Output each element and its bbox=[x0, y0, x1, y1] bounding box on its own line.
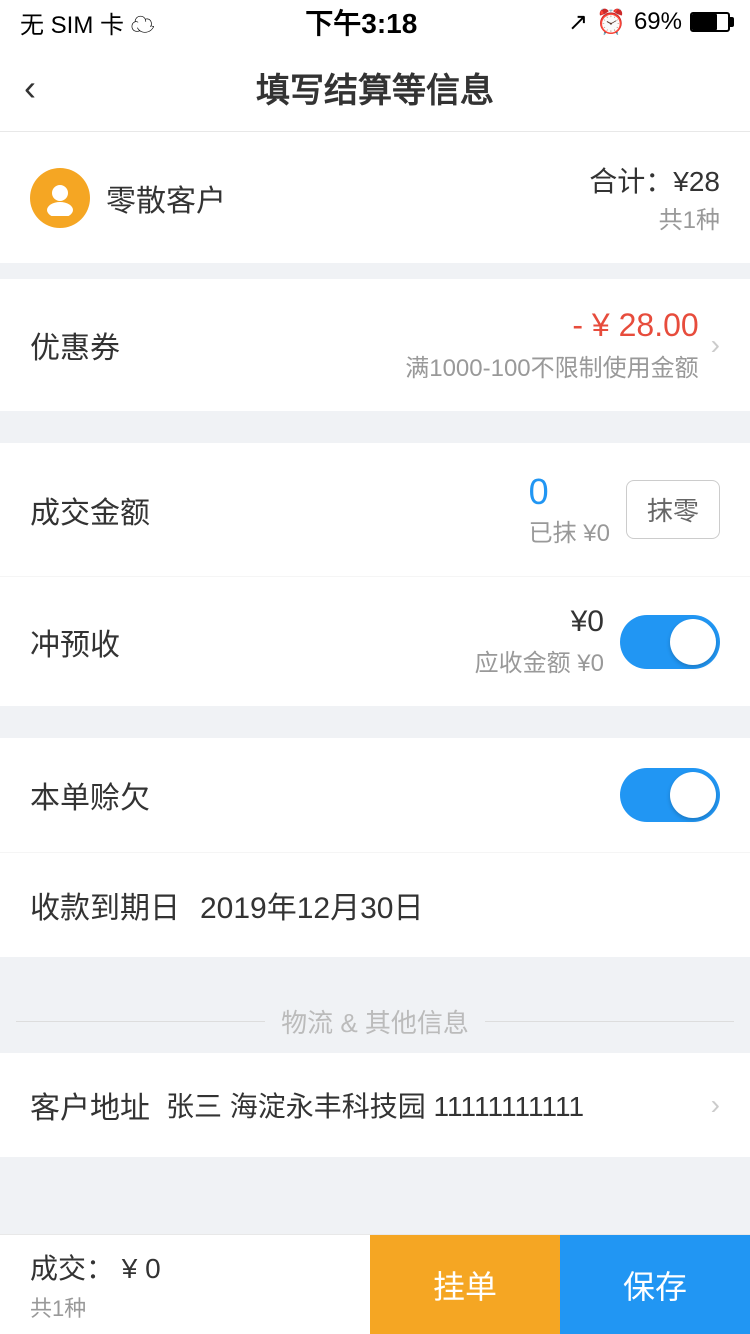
transaction-section: 成交金额 0 已抹 ¥0 抹零 冲预收 ¥0 应收金额 ¥0 bbox=[0, 443, 750, 706]
advance-right: ¥0 应收金额 ¥0 bbox=[475, 605, 720, 678]
status-right: ↗ ⏰ 69% bbox=[568, 8, 730, 37]
debt-section: 本单赊欠 收款到期日 2019年12月30日 bbox=[0, 738, 750, 957]
advance-amount: ¥0 bbox=[475, 605, 604, 639]
customer-info: 零散客户 bbox=[30, 168, 226, 228]
hold-button[interactable]: 挂单 bbox=[370, 1235, 560, 1334]
coupon-discount: - ¥ 28.00 bbox=[405, 307, 698, 344]
battery-icon bbox=[690, 12, 730, 32]
advance-label: 冲预收 bbox=[30, 620, 120, 664]
nav-bar: ‹ 填写结算等信息 bbox=[0, 44, 750, 132]
coupon-label: 优惠券 bbox=[30, 323, 120, 367]
debt-label: 本单赊欠 bbox=[30, 773, 150, 817]
save-button[interactable]: 保存 bbox=[560, 1235, 750, 1334]
section-divider-1 bbox=[0, 427, 750, 443]
debt-toggle[interactable] bbox=[620, 768, 720, 822]
summary-count: 共1种 bbox=[30, 1291, 340, 1323]
address-section: 客户地址 张三 海淀永丰科技园 11111111111 › bbox=[0, 1053, 750, 1157]
status-bar: 无 SIM 卡 ☁ 下午3:18 ↗ ⏰ 69% bbox=[0, 0, 750, 44]
back-button[interactable]: ‹ bbox=[24, 67, 36, 109]
avatar bbox=[30, 168, 90, 228]
chevron-right-icon: › bbox=[711, 329, 720, 361]
bottom-bar: 成交： ¥ 0 共1种 挂单 保存 bbox=[0, 1234, 750, 1334]
transaction-label: 成交金额 bbox=[30, 488, 150, 532]
logistics-line-right bbox=[485, 1021, 734, 1022]
due-date-label: 收款到期日 bbox=[30, 883, 180, 927]
customer-total: 合计：¥28 共1种 bbox=[589, 160, 720, 235]
transaction-row: 成交金额 0 已抹 ¥0 抹零 bbox=[0, 443, 750, 576]
coupon-right: - ¥ 28.00 满1000-100不限制使用金额 › bbox=[405, 307, 720, 383]
address-value: 张三 海淀永丰科技园 11111111111 bbox=[166, 1085, 695, 1125]
customer-row: 零散客户 合计：¥28 共1种 bbox=[0, 132, 750, 263]
alarm-icon: ⏰ bbox=[596, 8, 626, 37]
section-divider-2 bbox=[0, 722, 750, 738]
location-icon: ↗ bbox=[568, 8, 588, 37]
transaction-right: 0 已抹 ¥0 抹零 bbox=[529, 471, 720, 548]
sim-signal: 无 SIM 卡 ☁ bbox=[20, 5, 155, 40]
logistics-divider: 物流 & 其他信息 bbox=[0, 989, 750, 1053]
total-amount: 合计：¥28 bbox=[589, 160, 720, 200]
customer-name: 零散客户 bbox=[106, 176, 226, 220]
debt-row: 本单赊欠 bbox=[0, 738, 750, 852]
advance-toggle[interactable] bbox=[620, 615, 720, 669]
battery-percent: 69% bbox=[634, 8, 682, 36]
address-row[interactable]: 客户地址 张三 海淀永丰科技园 11111111111 › bbox=[0, 1053, 750, 1157]
summary-label: 成交： bbox=[30, 1253, 114, 1284]
transaction-info: 0 已抹 ¥0 bbox=[529, 471, 610, 548]
summary-top: 成交： ¥ 0 bbox=[30, 1247, 340, 1287]
address-label: 客户地址 bbox=[30, 1083, 150, 1127]
page-title: 填写结算等信息 bbox=[256, 63, 494, 112]
transaction-value: 0 bbox=[529, 471, 610, 513]
round-zero-button[interactable]: 抹零 bbox=[626, 480, 720, 539]
logistics-text: 物流 & 其他信息 bbox=[281, 1003, 469, 1040]
status-left: 无 SIM 卡 ☁ bbox=[20, 5, 155, 40]
already-rounded: 已抹 ¥0 bbox=[529, 513, 610, 548]
status-time: 下午3:18 bbox=[305, 2, 417, 42]
toggle-knob bbox=[670, 619, 716, 665]
advance-receivable: 应收金额 ¥0 bbox=[475, 643, 604, 678]
due-date-row: 收款到期日 2019年12月30日 bbox=[0, 852, 750, 957]
advance-row: 冲预收 ¥0 应收金额 ¥0 bbox=[0, 576, 750, 706]
summary-amount: ¥ 0 bbox=[122, 1253, 161, 1284]
debt-toggle-knob bbox=[670, 772, 716, 818]
coupon-row[interactable]: 优惠券 - ¥ 28.00 满1000-100不限制使用金额 › bbox=[0, 279, 750, 411]
total-count: 共1种 bbox=[589, 200, 720, 235]
advance-info: ¥0 应收金额 ¥0 bbox=[475, 605, 604, 678]
address-chevron-icon: › bbox=[711, 1089, 720, 1121]
bottom-summary: 成交： ¥ 0 共1种 bbox=[0, 1247, 370, 1323]
coupon-info: - ¥ 28.00 满1000-100不限制使用金额 bbox=[405, 307, 698, 383]
logistics-line-left bbox=[16, 1021, 265, 1022]
due-date-value: 2019年12月30日 bbox=[200, 883, 423, 927]
coupon-description: 满1000-100不限制使用金额 bbox=[405, 348, 698, 383]
content: 零散客户 合计：¥28 共1种 优惠券 - ¥ 28.00 满1000-100不… bbox=[0, 132, 750, 1293]
coupon-section: 优惠券 - ¥ 28.00 满1000-100不限制使用金额 › bbox=[0, 279, 750, 411]
section-divider-3 bbox=[0, 973, 750, 989]
